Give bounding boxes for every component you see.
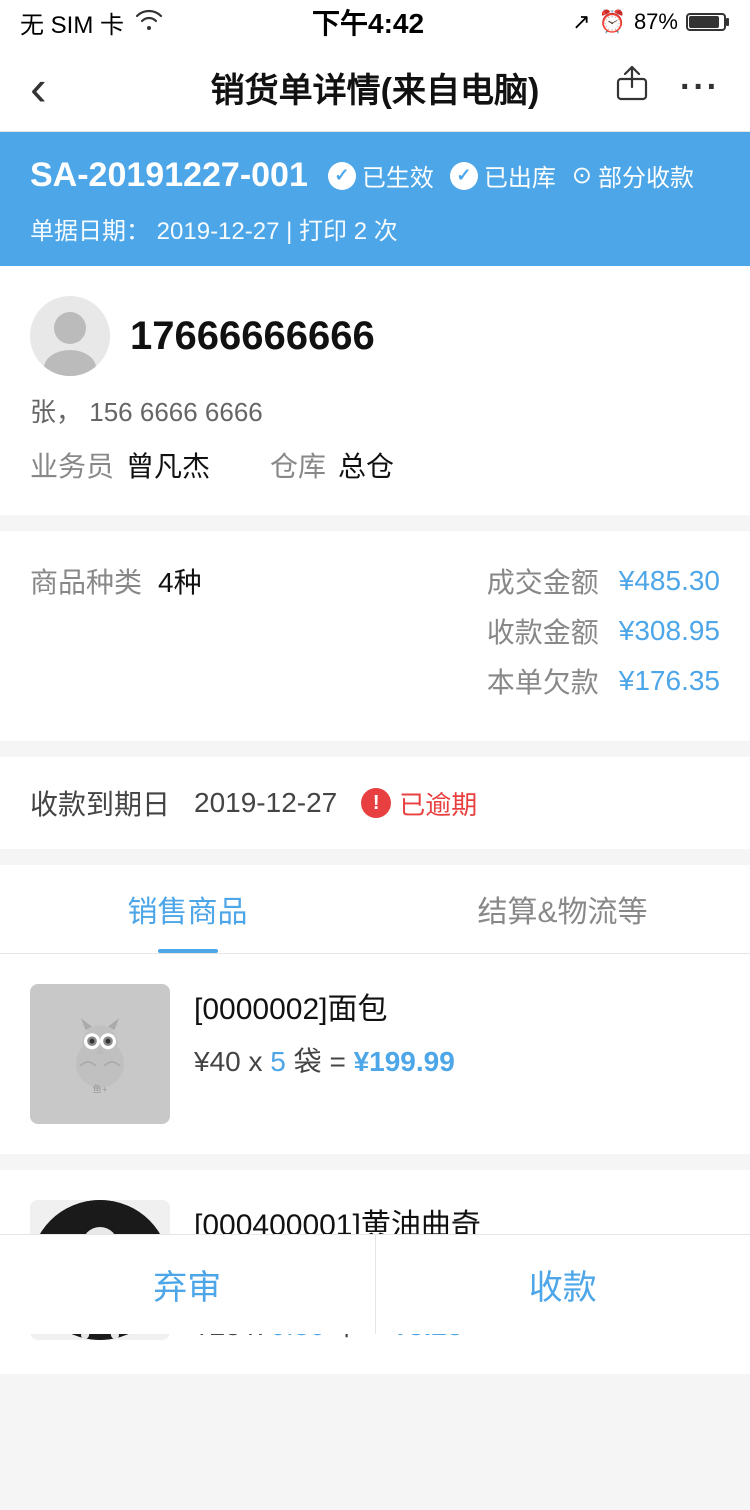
page-title: 销货单详情(来自电脑) xyxy=(211,63,540,112)
overdue-badge: ! 已逾期 xyxy=(361,785,477,822)
due-amount-label: 本单欠款 xyxy=(487,661,599,701)
nav-actions: ··· xyxy=(614,65,720,110)
bottom-bar: 弃审 收款 xyxy=(0,1234,750,1334)
summary-section: 商品种类 4种 成交金额 ¥485.30 收款金额 ¥308.95 本单欠款 ¥… xyxy=(0,531,750,741)
status-shipped: 已出库 xyxy=(484,158,556,193)
meta-print-suffix: 次 xyxy=(374,218,398,245)
location-icon: ↗ xyxy=(572,9,590,35)
product-card-1: 鱼+ [0000002]面包 ¥40 x 5 袋 = ¥199.99 xyxy=(0,954,750,1154)
customer-details: 业务员 曾凡杰 仓库 总仓 xyxy=(30,445,720,485)
check-icon-1: ✓ xyxy=(328,162,356,190)
warehouse-item: 仓库 总仓 xyxy=(270,445,394,485)
confirm-label: 收款 xyxy=(529,1260,597,1309)
summary-right: 成交金额 ¥485.30 收款金额 ¥308.95 本单欠款 ¥176.35 xyxy=(487,561,720,711)
customer-sub: 张， 156 6666 6666 xyxy=(30,392,720,429)
customer-name-text: 张， xyxy=(30,397,82,427)
warehouse-label: 仓库 xyxy=(270,445,326,485)
status-bar-left: 无 SIM 卡 xyxy=(20,5,164,40)
meta-separator: | xyxy=(286,218,299,245)
due-date-section: 收款到期日 2019-12-27 ! 已逾期 xyxy=(0,757,750,849)
order-id: SA-20191227-001 xyxy=(30,156,308,195)
product-types-label: 商品种类 xyxy=(30,561,142,601)
confirm-button[interactable]: 收款 xyxy=(376,1235,750,1334)
badge-partial: ⊙ 部分收款 xyxy=(572,158,694,193)
product-info-1: [0000002]面包 ¥40 x 5 袋 = ¥199.99 xyxy=(194,984,720,1080)
back-button[interactable]: ‹ xyxy=(30,59,47,117)
order-meta: 单据日期： 2019-12-27 | 打印 2 次 xyxy=(30,211,720,246)
avatar xyxy=(30,296,110,376)
tab-sales-products[interactable]: 销售商品 xyxy=(0,865,375,953)
cancel-button[interactable]: 弃审 xyxy=(0,1235,376,1334)
product-types-row: 商品种类 4种 xyxy=(30,561,202,601)
salesperson-item: 业务员 曾凡杰 xyxy=(30,445,210,485)
overdue-text: 已逾期 xyxy=(399,785,477,822)
battery-percent: 87% xyxy=(634,9,678,35)
nav-bar: ‹ 销货单详情(来自电脑) ··· xyxy=(0,44,750,132)
battery-icon xyxy=(686,11,730,33)
deal-amount-label: 成交金额 xyxy=(487,561,599,601)
due-amount-row: 本单欠款 ¥176.35 xyxy=(487,661,720,701)
status-time: 下午4:42 xyxy=(312,2,424,42)
product-name-1: [0000002]面包 xyxy=(194,984,720,1028)
status-effective: 已生效 xyxy=(362,158,434,193)
due-amount-value: ¥176.35 xyxy=(619,665,720,697)
badge-effective: ✓ 已生效 xyxy=(328,158,434,193)
tab-sales-label: 销售商品 xyxy=(128,887,248,931)
salesperson-label: 业务员 xyxy=(30,445,114,485)
status-bar: 无 SIM 卡 下午4:42 ↗ ⏰ 87% xyxy=(0,0,750,44)
price-value-1: ¥40 xyxy=(194,1046,241,1077)
overdue-icon: ! xyxy=(361,788,391,818)
total-1: ¥199.99 xyxy=(354,1046,455,1077)
tabs-section: 销售商品 结算&物流等 xyxy=(0,865,750,954)
received-amount-label: 收款金额 xyxy=(487,611,599,651)
wifi-icon xyxy=(134,8,164,37)
customer-phone: 17666666666 xyxy=(130,314,375,359)
deal-amount-row: 成交金额 ¥485.30 xyxy=(487,561,720,601)
customer-row: 17666666666 xyxy=(30,296,720,376)
badge-shipped: ✓ 已出库 xyxy=(450,158,556,193)
product-image-1: 鱼+ xyxy=(30,984,170,1124)
multiply-1: x xyxy=(249,1046,271,1077)
salesperson-value: 曾凡杰 xyxy=(126,445,210,485)
status-partial: 部分收款 xyxy=(598,158,694,193)
owl-image: 鱼+ xyxy=(30,984,170,1124)
alarm-icon: ⏰ xyxy=(599,9,626,35)
received-amount-value: ¥308.95 xyxy=(619,615,720,647)
warehouse-value: 总仓 xyxy=(338,445,394,485)
tab-settlement-label: 结算&物流等 xyxy=(477,887,647,931)
customer-section: 17666666666 张， 156 6666 6666 业务员 曾凡杰 仓库 … xyxy=(0,266,750,515)
svg-text:鱼+: 鱼+ xyxy=(92,1083,108,1094)
product-types-count: 4种 xyxy=(158,561,202,601)
status-bar-right: ↗ ⏰ 87% xyxy=(572,9,730,35)
received-amount-row: 收款金额 ¥308.95 xyxy=(487,611,720,651)
unit-1: 袋 xyxy=(294,1046,322,1077)
customer-alt-phone: 156 6666 6666 xyxy=(89,397,263,427)
meta-date-label: 单据日期： xyxy=(30,218,150,245)
summary-left: 商品种类 4种 xyxy=(30,561,202,711)
share-icon[interactable] xyxy=(614,65,650,110)
deal-amount-value: ¥485.30 xyxy=(619,565,720,597)
tab-underline xyxy=(158,949,218,953)
tab-settlement[interactable]: 结算&物流等 xyxy=(375,865,750,953)
meta-print-count: 2 xyxy=(354,218,367,245)
quantity-1: 5 xyxy=(270,1046,286,1077)
carrier-text: 无 SIM 卡 xyxy=(20,5,124,40)
product-price-1: ¥40 x 5 袋 = ¥199.99 xyxy=(194,1040,720,1080)
due-date-label: 收款到期日 xyxy=(30,783,170,823)
cancel-label: 弃审 xyxy=(153,1260,221,1309)
status-badges: ✓ 已生效 ✓ 已出库 ⊙ 部分收款 xyxy=(328,158,694,193)
order-header: SA-20191227-001 ✓ 已生效 ✓ 已出库 ⊙ 部分收款 单据日期：… xyxy=(0,132,750,266)
meta-print-label: 打印 xyxy=(299,218,347,245)
check-icon-2: ✓ xyxy=(450,162,478,190)
due-date-value: 2019-12-27 xyxy=(194,787,337,819)
summary-grid: 商品种类 4种 成交金额 ¥485.30 收款金额 ¥308.95 本单欠款 ¥… xyxy=(30,561,720,711)
equals-1: = xyxy=(329,1046,353,1077)
tabs: 销售商品 结算&物流等 xyxy=(0,865,750,953)
order-header-row1: SA-20191227-001 ✓ 已生效 ✓ 已出库 ⊙ 部分收款 xyxy=(30,156,720,195)
clock-icon: ⊙ xyxy=(572,161,592,190)
meta-date-value: 2019-12-27 xyxy=(157,218,280,245)
more-icon[interactable]: ··· xyxy=(680,68,720,107)
